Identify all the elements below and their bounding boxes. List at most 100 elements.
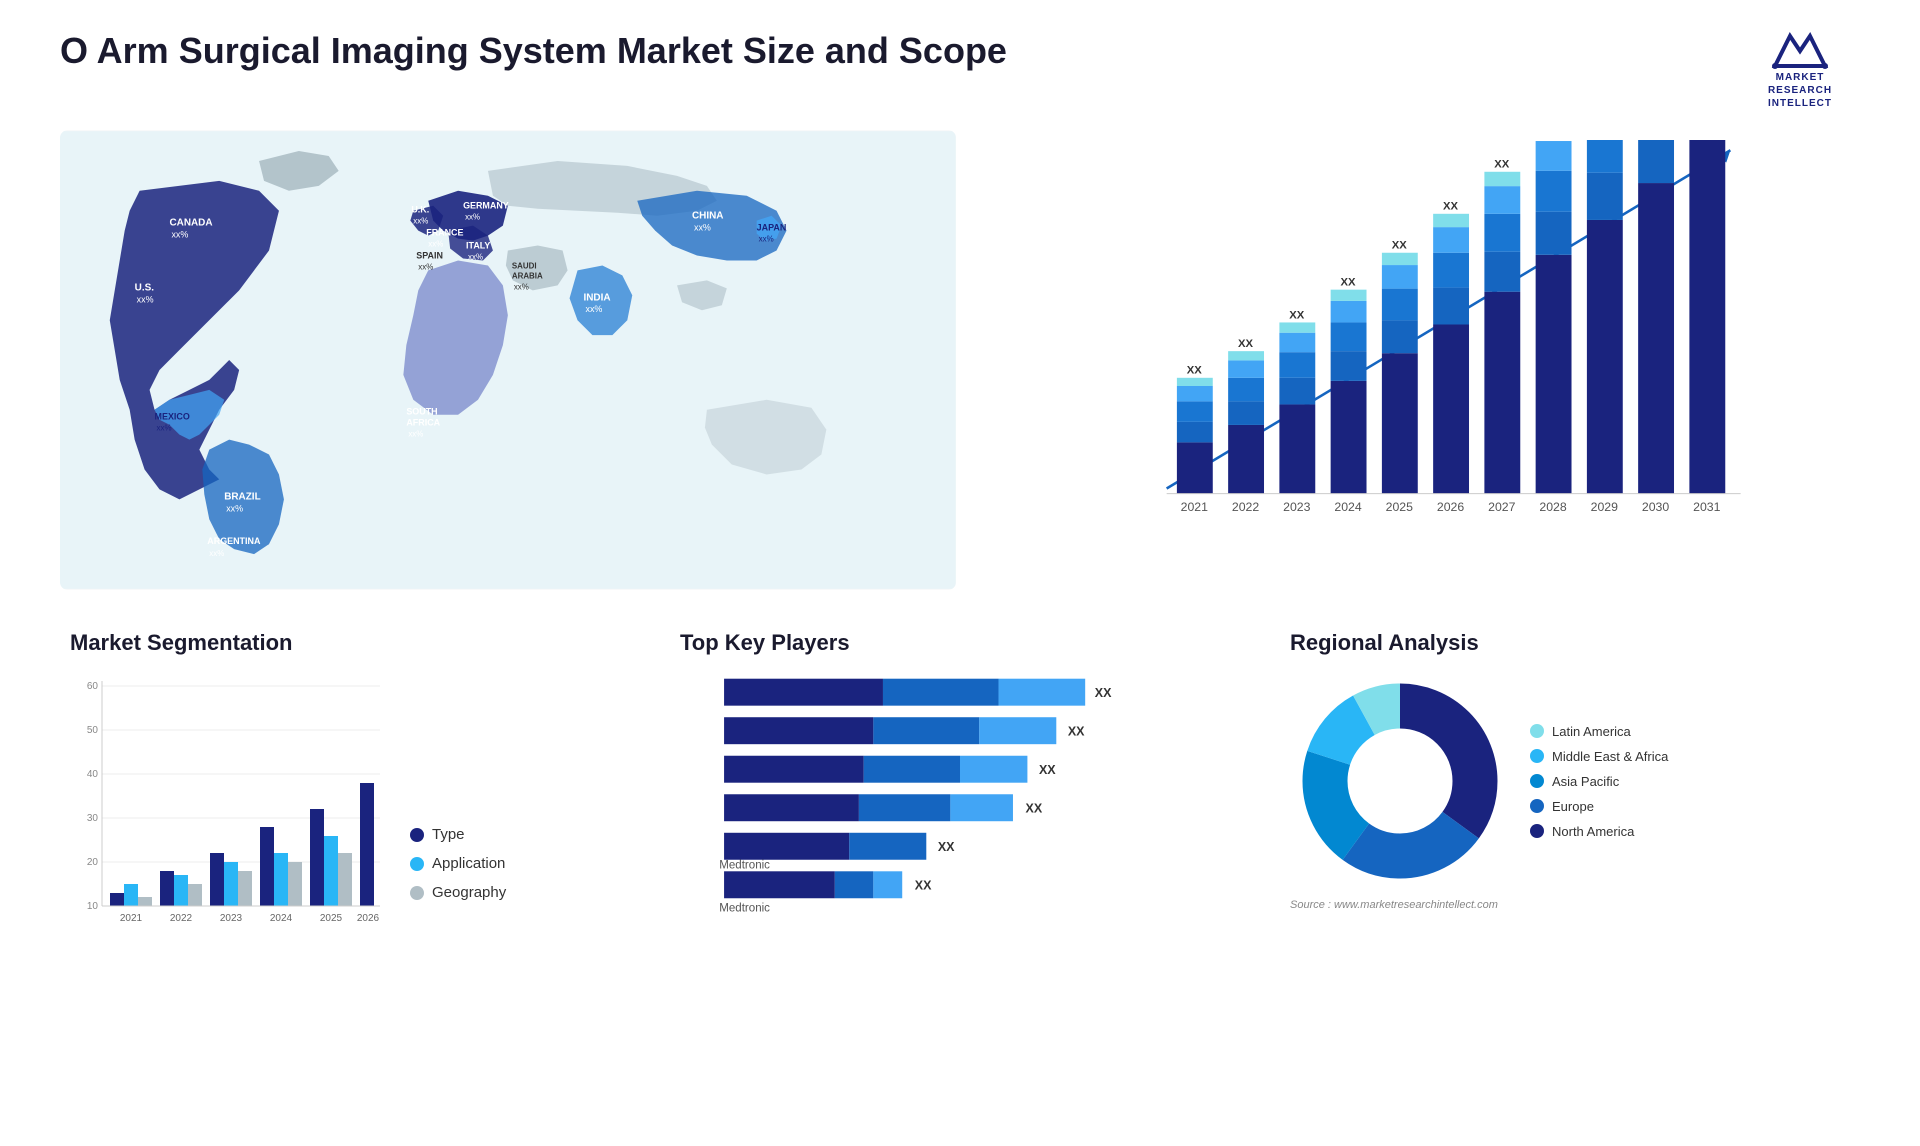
regional-legend: Latin America Middle East & Africa Asia … bbox=[1530, 724, 1668, 839]
logo: MARKETRESEARCHINTELLECT bbox=[1740, 30, 1860, 110]
legend-geography-label: Geography bbox=[432, 884, 506, 901]
legend-type: Type bbox=[410, 826, 506, 843]
svg-text:XX: XX bbox=[1095, 686, 1112, 700]
legend-latin-label: Latin America bbox=[1552, 724, 1631, 739]
legend-north-america: North America bbox=[1530, 824, 1668, 839]
bar-chart-container: XX XX XX bbox=[976, 130, 1860, 590]
svg-text:2026: 2026 bbox=[1437, 500, 1464, 514]
svg-text:2030: 2030 bbox=[1642, 500, 1669, 514]
legend-dot-type bbox=[410, 828, 424, 842]
legend-europe-label: Europe bbox=[1552, 799, 1594, 814]
svg-text:2023: 2023 bbox=[220, 913, 243, 924]
svg-text:2022: 2022 bbox=[170, 913, 193, 924]
donut-svg bbox=[1290, 671, 1510, 891]
svg-text:XX: XX bbox=[1238, 338, 1254, 350]
svg-text:2022: 2022 bbox=[1232, 500, 1259, 514]
map-container: CANADA xx% U.S. xx% MEXICO xx% BRAZIL xx… bbox=[60, 130, 956, 590]
legend-latin-america: Latin America bbox=[1530, 724, 1668, 739]
legend-dot-mea bbox=[1530, 749, 1544, 763]
svg-text:2025: 2025 bbox=[320, 913, 343, 924]
legend-dot-northam bbox=[1530, 824, 1544, 838]
page-title: O Arm Surgical Imaging System Market Siz… bbox=[60, 30, 1007, 72]
svg-text:GERMANY: GERMANY bbox=[463, 201, 509, 211]
svg-text:2025: 2025 bbox=[1385, 500, 1412, 514]
bar-chart: XX XX XX bbox=[1026, 140, 1840, 550]
svg-text:2026: 2026 bbox=[357, 913, 380, 924]
legend-asia-pacific: Asia Pacific bbox=[1530, 774, 1668, 789]
svg-text:xx%: xx% bbox=[759, 235, 774, 244]
svg-text:xx%: xx% bbox=[171, 230, 188, 240]
legend-mea: Middle East & Africa bbox=[1530, 749, 1668, 764]
players-container: Top Key Players XX XX XX bbox=[670, 620, 1250, 960]
svg-text:2021: 2021 bbox=[120, 913, 143, 924]
svg-text:INDIA: INDIA bbox=[583, 292, 610, 303]
regional-container: Regional Analysis bbox=[1280, 620, 1860, 960]
donut-chart bbox=[1290, 671, 1510, 891]
svg-text:30: 30 bbox=[87, 813, 99, 824]
svg-text:2021: 2021 bbox=[1180, 500, 1207, 514]
svg-text:Medtronic: Medtronic bbox=[719, 903, 770, 915]
legend-dot-latin bbox=[1530, 724, 1544, 738]
svg-text:XX: XX bbox=[1494, 159, 1510, 171]
svg-text:BRAZIL: BRAZIL bbox=[224, 491, 260, 502]
svg-text:Medtronic: Medtronic bbox=[719, 859, 770, 871]
legend-geography: Geography bbox=[410, 884, 506, 901]
segmentation-title: Market Segmentation bbox=[70, 630, 630, 656]
svg-text:SPAIN: SPAIN bbox=[416, 250, 443, 260]
svg-text:xx%: xx% bbox=[428, 240, 443, 249]
logo-icon bbox=[1770, 31, 1830, 71]
bottom-section: Market Segmentation 60 50 40 30 20 10 bbox=[60, 620, 1860, 960]
svg-text:xx%: xx% bbox=[468, 252, 483, 261]
legend-application-label: Application bbox=[432, 855, 505, 872]
svg-text:XX: XX bbox=[1068, 725, 1085, 739]
players-chart: XX XX XX XX bbox=[680, 671, 1240, 931]
svg-text:XX: XX bbox=[915, 879, 932, 893]
svg-text:ARGENTINA: ARGENTINA bbox=[207, 536, 261, 546]
svg-text:2024: 2024 bbox=[1334, 500, 1361, 514]
legend-type-label: Type bbox=[432, 826, 465, 843]
legend-dot-geography bbox=[410, 886, 424, 900]
legend-asia-label: Asia Pacific bbox=[1552, 774, 1619, 789]
seg-legend: Type Application Geography bbox=[410, 826, 506, 931]
svg-text:AFRICA: AFRICA bbox=[406, 418, 440, 428]
svg-text:XX: XX bbox=[1340, 277, 1356, 289]
legend-dot-europe bbox=[1530, 799, 1544, 813]
segmentation-chart: 60 50 40 30 20 10 bbox=[70, 671, 390, 931]
legend-mea-label: Middle East & Africa bbox=[1552, 749, 1668, 764]
svg-text:2029: 2029 bbox=[1590, 500, 1617, 514]
svg-text:xx%: xx% bbox=[694, 223, 711, 233]
svg-text:xx%: xx% bbox=[514, 282, 529, 291]
svg-text:60: 60 bbox=[87, 681, 99, 692]
regional-title: Regional Analysis bbox=[1290, 630, 1850, 656]
svg-text:XX: XX bbox=[1187, 365, 1203, 377]
svg-text:ARABIA: ARABIA bbox=[512, 271, 543, 280]
legend-application: Application bbox=[410, 855, 506, 872]
logo-text: MARKETRESEARCHINTELLECT bbox=[1768, 71, 1832, 110]
svg-text:xx%: xx% bbox=[585, 304, 602, 314]
svg-text:xx%: xx% bbox=[418, 262, 433, 271]
top-section: CANADA xx% U.S. xx% MEXICO xx% BRAZIL xx… bbox=[60, 130, 1860, 590]
svg-text:XX: XX bbox=[1039, 763, 1056, 777]
seg-content: 60 50 40 30 20 10 bbox=[70, 671, 630, 931]
svg-text:XX: XX bbox=[938, 840, 955, 854]
world-map: CANADA xx% U.S. xx% MEXICO xx% BRAZIL xx… bbox=[60, 130, 956, 590]
svg-text:2031: 2031 bbox=[1693, 500, 1720, 514]
svg-text:MEXICO: MEXICO bbox=[155, 412, 190, 422]
svg-text:ITALY: ITALY bbox=[466, 241, 490, 251]
svg-text:50: 50 bbox=[87, 725, 99, 736]
svg-text:2028: 2028 bbox=[1539, 500, 1566, 514]
svg-text:xx%: xx% bbox=[408, 430, 423, 439]
svg-text:U.S.: U.S. bbox=[135, 282, 155, 293]
svg-text:XX: XX bbox=[1392, 240, 1408, 252]
svg-text:JAPAN: JAPAN bbox=[757, 223, 787, 233]
svg-text:SAUDI: SAUDI bbox=[512, 261, 537, 270]
svg-text:XX: XX bbox=[1025, 802, 1042, 816]
svg-text:XX: XX bbox=[1443, 201, 1459, 213]
legend-northam-label: North America bbox=[1552, 824, 1634, 839]
regional-content: Latin America Middle East & Africa Asia … bbox=[1290, 671, 1850, 891]
svg-text:2023: 2023 bbox=[1283, 500, 1310, 514]
svg-text:xx%: xx% bbox=[413, 217, 428, 226]
legend-dot-asia bbox=[1530, 774, 1544, 788]
players-title: Top Key Players bbox=[680, 630, 1240, 656]
svg-text:SOUTH: SOUTH bbox=[406, 407, 437, 417]
